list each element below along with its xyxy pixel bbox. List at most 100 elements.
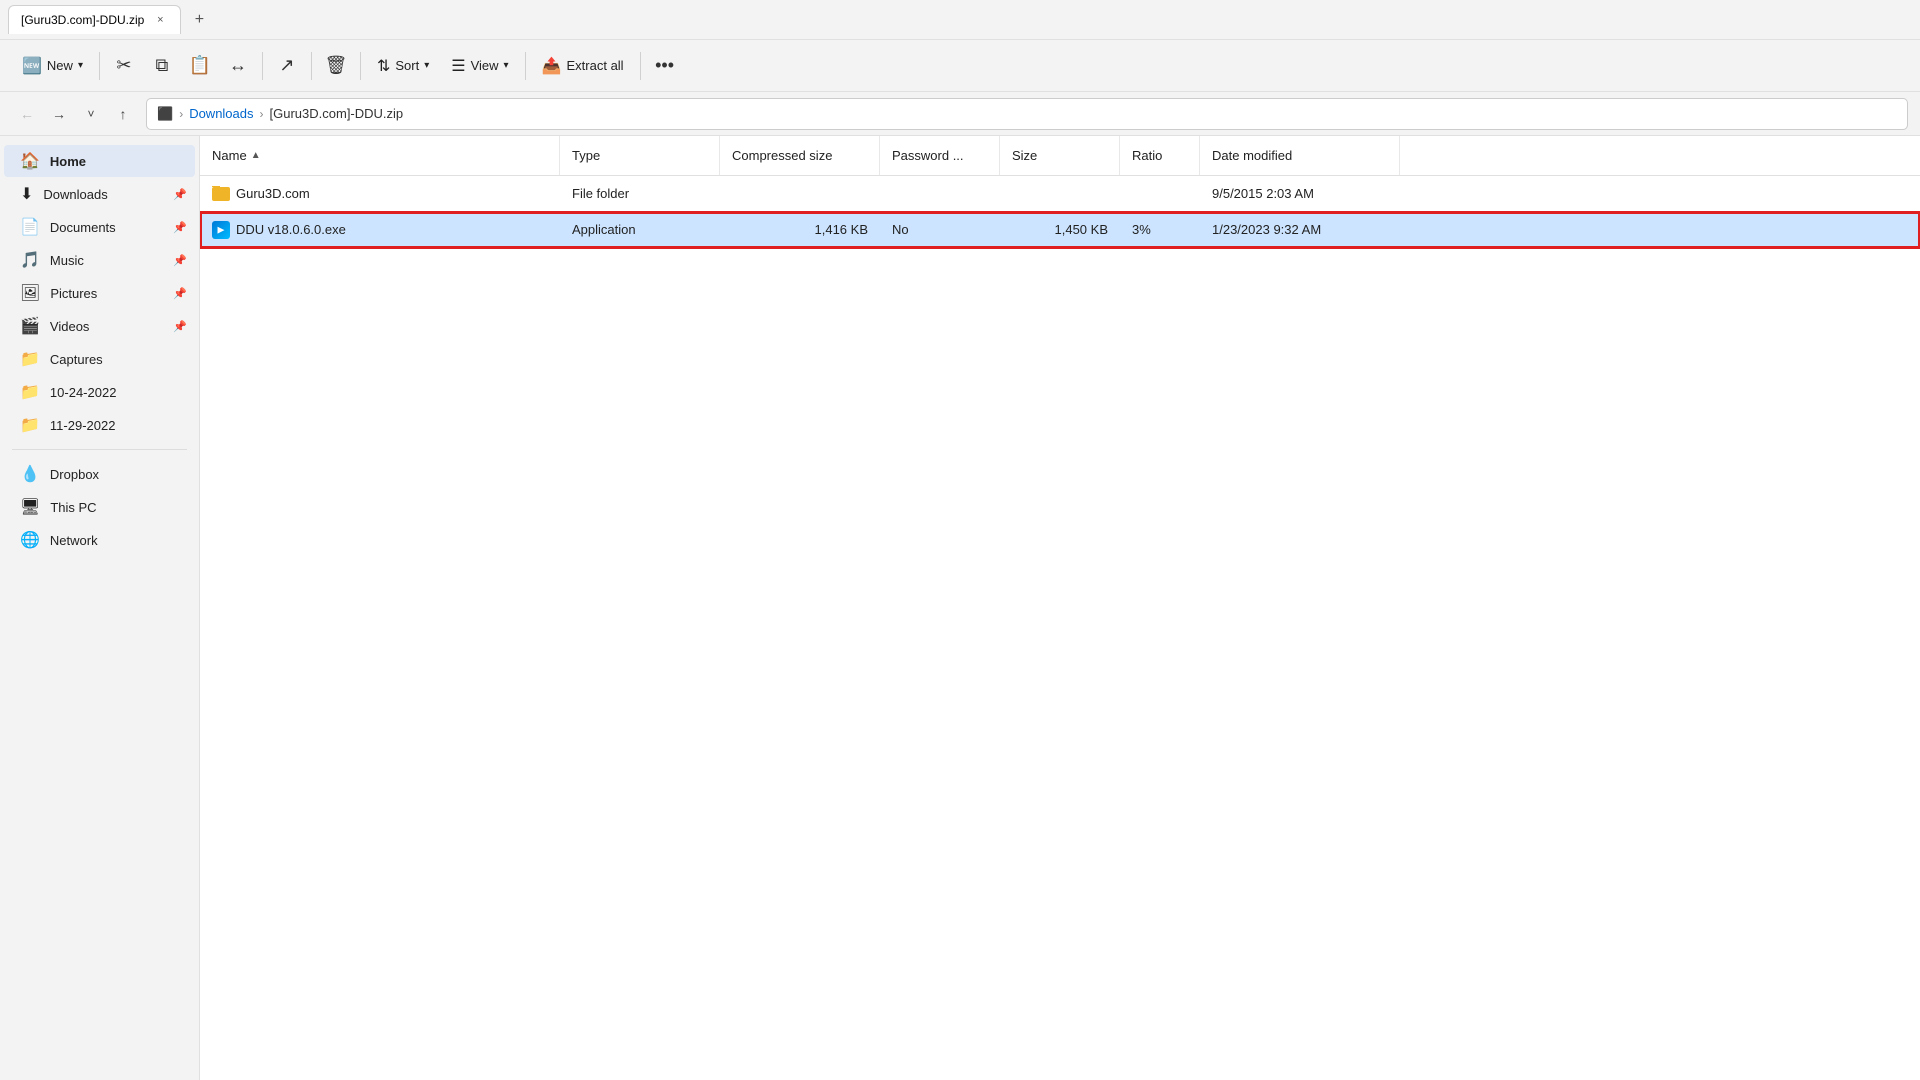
toolbar-separator-2 xyxy=(262,52,263,80)
file-cell-type-exe: Application xyxy=(560,222,720,237)
pictures-icon: 🖼 xyxy=(20,283,40,303)
sidebar-item-network-label: Network xyxy=(50,533,98,548)
sort-button[interactable]: ⇅ Sort ▾ xyxy=(367,50,439,82)
tab-add-button[interactable]: + xyxy=(185,6,213,34)
sidebar-item-10242022[interactable]: 📁 10-24-2022 xyxy=(4,376,195,408)
view-icon: ☰ xyxy=(451,56,465,76)
up-button[interactable]: ↑ xyxy=(108,99,138,129)
sort-icon: ⇅ xyxy=(377,56,390,76)
col-name-label: Name xyxy=(212,148,247,163)
sidebar-item-music[interactable]: 🎵 Music 📌 xyxy=(4,244,195,276)
col-compsize-label: Compressed size xyxy=(732,148,832,163)
exe-date: 1/23/2023 9:32 AM xyxy=(1212,222,1321,237)
view-label: View xyxy=(471,58,499,73)
exe-ratio: 3% xyxy=(1132,222,1151,237)
sidebar-item-documents-label: Documents xyxy=(50,220,116,235)
network-icon: 🌐 xyxy=(20,530,40,550)
toolbar-separator-4 xyxy=(360,52,361,80)
col-header-date[interactable]: Date modified xyxy=(1200,136,1400,175)
col-header-password[interactable]: Password ... xyxy=(880,136,1000,175)
file-cell-date-exe: 1/23/2023 9:32 AM xyxy=(1200,222,1400,237)
sidebar-item-home-label: Home xyxy=(50,154,86,169)
extract-icon: 📤 xyxy=(542,56,562,76)
exe-compsize: 1,416 KB xyxy=(815,222,869,237)
sidebar-item-music-label: Music xyxy=(50,253,84,268)
sidebar-item-pictures[interactable]: 🖼 Pictures 📌 xyxy=(4,277,195,309)
paste-button[interactable]: 📋 xyxy=(182,48,218,84)
sidebar-item-dropbox[interactable]: 💧 Dropbox xyxy=(4,458,195,490)
file-cell-size-exe: 1,450 KB xyxy=(1000,222,1120,237)
delete-button[interactable]: 🗑 xyxy=(318,48,354,84)
videos-icon: 🎬 xyxy=(20,316,40,336)
cut-button[interactable]: ✂ xyxy=(106,48,142,84)
sidebar-item-documents[interactable]: 📄 Documents 📌 xyxy=(4,211,195,243)
forward-button[interactable]: → xyxy=(44,99,74,129)
sidebar-item-dropbox-label: Dropbox xyxy=(50,467,99,482)
videos-pin: 📌 xyxy=(173,320,187,333)
col-header-ratio[interactable]: Ratio xyxy=(1120,136,1200,175)
copy-button[interactable]: ⧉ xyxy=(144,48,180,84)
music-icon: 🎵 xyxy=(20,250,40,270)
new-dropdown-icon: ▾ xyxy=(78,60,83,71)
sidebar-item-videos-label: Videos xyxy=(50,319,90,334)
documents-pin: 📌 xyxy=(173,221,187,234)
copy-icon: ⧉ xyxy=(156,55,169,76)
col-header-name[interactable]: Name ▲ xyxy=(200,136,560,175)
title-bar: [Guru3D.com]-DDU.zip × + xyxy=(0,0,1920,40)
tab-close-button[interactable]: × xyxy=(152,12,168,28)
col-header-type[interactable]: Type xyxy=(560,136,720,175)
col-header-compsize[interactable]: Compressed size xyxy=(720,136,880,175)
file-cell-date-folder: 9/5/2015 2:03 AM xyxy=(1200,186,1400,201)
breadcrumb-sep-1: › xyxy=(179,107,183,121)
sidebar-item-thispc[interactable]: 🖥 This PC xyxy=(4,491,195,523)
sidebar-item-downloads[interactable]: ⬇ Downloads 📌 xyxy=(4,178,195,210)
toolbar: 🆕 New ▾ ✂ ⧉ 📋 ↔ ↗ 🗑 ⇅ Sort ▾ ☰ View ▾ 📤 … xyxy=(0,40,1920,92)
sidebar-item-11292022[interactable]: 📁 11-29-2022 xyxy=(4,409,195,441)
breadcrumb-home[interactable]: ⬛ xyxy=(157,106,173,122)
col-header-size[interactable]: Size xyxy=(1000,136,1120,175)
sort-label: Sort xyxy=(395,58,419,73)
move-button[interactable]: ↔ xyxy=(220,48,256,84)
thispc-icon: 🖥 xyxy=(20,497,40,517)
file-cell-type-folder: File folder xyxy=(560,186,720,201)
sidebar-item-home[interactable]: 🏠 Home xyxy=(4,145,195,177)
breadcrumb[interactable]: ⬛ › Downloads › [Guru3D.com]-DDU.zip xyxy=(146,98,1908,130)
folder-date: 9/5/2015 2:03 AM xyxy=(1212,186,1314,201)
file-cell-ratio-exe: 3% xyxy=(1120,222,1200,237)
pictures-pin: 📌 xyxy=(173,287,187,300)
file-row-exe[interactable]: DDU v18.0.6.0.exe Application 1,416 KB N… xyxy=(200,212,1920,248)
share-button[interactable]: ↗ xyxy=(269,48,305,84)
new-icon: 🆕 xyxy=(22,56,42,76)
breadcrumb-downloads[interactable]: Downloads xyxy=(189,106,253,121)
sort-asc-icon: ▲ xyxy=(251,150,261,161)
delete-icon: 🗑 xyxy=(325,55,348,76)
tab-label: [Guru3D.com]-DDU.zip xyxy=(21,13,144,27)
folder-10242022-icon: 📁 xyxy=(20,382,40,402)
sidebar-item-thispc-label: This PC xyxy=(50,500,96,515)
downloads-icon: ⬇ xyxy=(20,184,33,204)
downloads-pin: 📌 xyxy=(173,188,187,201)
sidebar-item-downloads-label: Downloads xyxy=(43,187,107,202)
sidebar-item-network[interactable]: 🌐 Network xyxy=(4,524,195,556)
sidebar-item-videos[interactable]: 🎬 Videos 📌 xyxy=(4,310,195,342)
share-icon: ↗ xyxy=(279,55,294,76)
new-button[interactable]: 🆕 New ▾ xyxy=(12,50,93,82)
toolbar-separator-3 xyxy=(311,52,312,80)
file-row-folder[interactable]: Guru3D.com File folder 9/5/2015 2:03 AM xyxy=(200,176,1920,212)
sidebar-item-captures[interactable]: 📁 Captures xyxy=(4,343,195,375)
dropdown-button[interactable]: ˅ xyxy=(76,99,106,129)
paste-icon: 📋 xyxy=(189,55,211,76)
more-button[interactable]: ••• xyxy=(647,48,683,84)
tab[interactable]: [Guru3D.com]-DDU.zip × xyxy=(8,5,181,34)
toolbar-separator-1 xyxy=(99,52,100,80)
sort-dropdown-icon: ▾ xyxy=(424,60,429,71)
sidebar-item-10242022-label: 10-24-2022 xyxy=(50,385,117,400)
extract-button[interactable]: 📤 Extract all xyxy=(532,50,634,82)
view-button[interactable]: ☰ View ▾ xyxy=(441,50,518,82)
file-list: Guru3D.com File folder 9/5/2015 2:03 AM … xyxy=(200,176,1920,1080)
sidebar: 🏠 Home ⬇ Downloads 📌 📄 Documents 📌 🎵 Mus… xyxy=(0,136,200,1080)
sidebar-item-11292022-label: 11-29-2022 xyxy=(50,418,116,433)
back-button[interactable]: ← xyxy=(12,99,42,129)
address-bar: ← → ˅ ↑ ⬛ › Downloads › [Guru3D.com]-DDU… xyxy=(0,92,1920,136)
col-type-label: Type xyxy=(572,148,600,163)
